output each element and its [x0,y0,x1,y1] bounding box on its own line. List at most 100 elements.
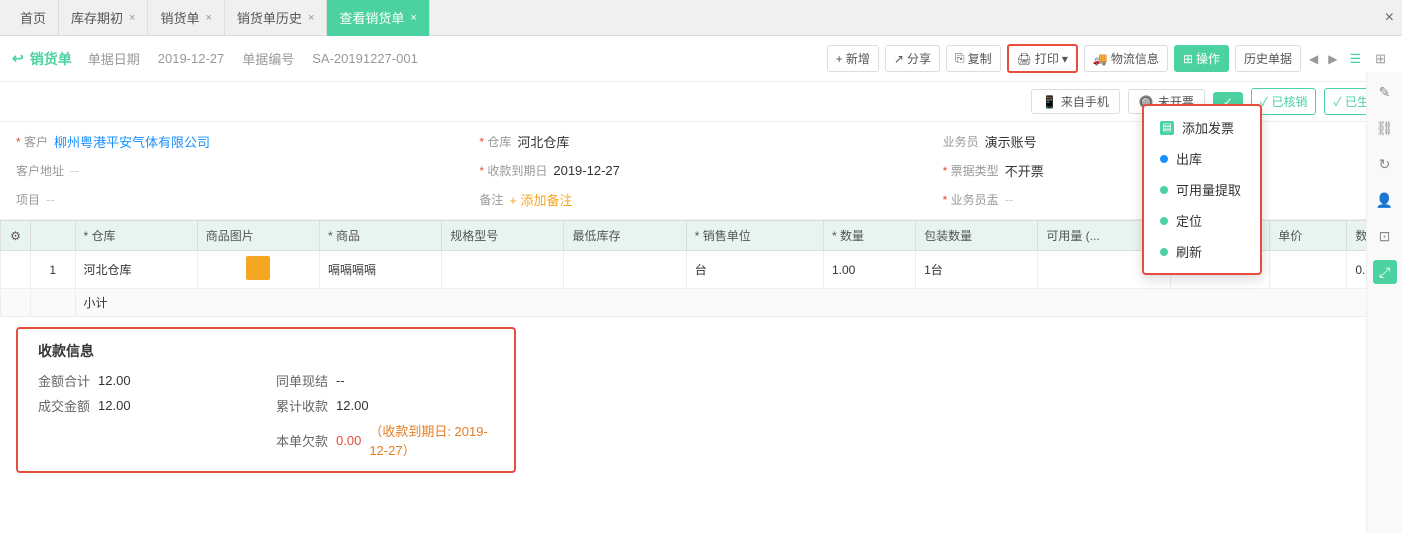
row-unit-price [1270,251,1347,289]
subtotal-gear [1,289,31,317]
sidebar-link-icon[interactable]: ⛓ [1373,116,1397,140]
print-dropdown-arrow: ▾ [1062,52,1068,66]
share-icon: ↗ [894,52,904,66]
close-tab-history[interactable]: × [308,12,314,24]
tab-home[interactable]: 首页 [8,0,59,36]
nav-prev[interactable]: ◀ [1307,52,1320,66]
gear-column-header[interactable]: ⚙ [1,221,31,251]
deal-amount-label: 成交金额 [38,396,90,415]
balance-suffix[interactable]: （收款到期日: 2019-12-27） [369,421,494,459]
new-button[interactable]: + 新增 [827,45,879,72]
row-warehouse: 河北仓库 [75,251,197,289]
tab-bar: 首页 库存期初 × 销货单 × 销货单历史 × 查看销货单 × × [0,0,1402,36]
right-sidebar: ✎ ⛓ ↻ 👤 ⊡ ⤢ [1366,72,1402,533]
spec-column-header: 规格型号 [442,221,564,251]
number-label: 单据编号 [242,49,294,68]
tab-sales-history[interactable]: 销货单历史 × [225,0,327,36]
pack-qty-column-header: 包装数量 [916,221,1038,251]
row-num: 1 [31,251,76,289]
close-tab-inventory[interactable]: × [129,12,135,24]
close-tab-sales[interactable]: × [205,12,211,24]
history-button[interactable]: 历史单据 [1235,45,1301,72]
tab-view-sales[interactable]: 查看销货单 × [327,0,429,36]
add-remark-button[interactable]: + 添加备注 [509,190,572,209]
warehouse-row: 仓库 河北仓库 [479,132,922,151]
total-receipt-row: 累计收款 12.00 [276,396,494,415]
same-order-value: -- [336,373,345,388]
print-button[interactable]: 🖨 打印 ▾ [1007,44,1078,73]
sidebar-user-icon[interactable]: 👤 [1373,188,1397,212]
from-phone-button[interactable]: 📱 来自手机 [1031,89,1120,114]
image-column-header: 商品图片 [197,221,319,251]
tab-inventory-init[interactable]: 库存期初 × [59,0,148,36]
min-stock-column-header: 最低库存 [564,221,686,251]
remark-label: 备注 [479,191,503,208]
operation-icon: ⊞ [1183,52,1193,66]
dropdown-add-invoice[interactable]: ▤ 添加发票 [1144,112,1260,143]
sidebar-star-icon[interactable]: ⊡ [1373,224,1397,248]
product-column-header: * 商品 [320,221,442,251]
unit-price-column-header: 单价 [1270,221,1347,251]
print-icon: 🖨 [1017,52,1032,66]
address-value: -- [70,163,79,178]
summary-right: 同单现结 -- 累计收款 12.00 本单欠款 0.00 （收款到期日: 201… [276,371,494,459]
dropdown-outbound[interactable]: 出库 [1144,143,1260,174]
share-button[interactable]: ↗ 分享 [885,45,940,72]
subtotal-label: 小计 [75,289,1401,317]
total-amount-row: 金额合计 12.00 [38,371,256,390]
summary-left: 金额合计 12.00 成交金额 12.00 [38,371,256,459]
total-receipt-label: 累计收款 [276,396,328,415]
subtotal-num [31,289,76,317]
nav-next[interactable]: ▶ [1326,52,1339,66]
total-receipt-value: 12.00 [336,398,369,413]
tab-sales-order[interactable]: 销货单 × [148,0,224,36]
payment-date-value: 2019-12-27 [553,163,620,178]
number-value: SA-20191227-001 [312,51,418,66]
date-label: 单据日期 [88,49,140,68]
doc-meta: 单据日期 2019-12-27 单据编号 SA-20191227-001 [88,49,420,68]
total-amount-label: 金额合计 [38,371,90,390]
staff-label: 业务员 [943,133,979,150]
salesperson-value: -- [1005,192,1014,207]
copy-icon: ⎘ [955,51,965,66]
copy-button[interactable]: ⎘ 复制 [946,45,1001,72]
staff-value: 演示账号 [985,132,1037,151]
quantity-column-header: * 数量 [823,221,915,251]
sidebar-expand-icon[interactable]: ⤢ [1373,260,1397,284]
sidebar-edit-icon[interactable]: ✎ [1373,80,1397,104]
warehouse-label: 仓库 [479,133,511,150]
num-column-header [31,221,76,251]
available-qty-dot-icon [1160,186,1168,194]
global-close-button[interactable]: × [1385,9,1394,27]
payment-date-label: 收款到期日 [479,162,547,179]
customer-value[interactable]: 柳州粤港平安气体有限公司 [54,132,210,151]
summary-box: 收款信息 金额合计 12.00 成交金额 12.00 同单现结 -- [16,327,516,473]
doc-type: ↩ 销货单 [12,49,72,69]
warehouse-column-header: * 仓库 [75,221,197,251]
operation-button[interactable]: ⊞ 操作 [1174,45,1229,72]
deal-amount-value: 12.00 [98,398,131,413]
logistics-button[interactable]: 🚚 物流信息 [1084,45,1168,72]
row-quantity: 1.00 [823,251,915,289]
address-label: 客户地址 [16,162,64,179]
dropdown-locate[interactable]: 定位 [1144,205,1260,236]
same-order-row: 同单现结 -- [276,371,494,390]
total-amount-value: 12.00 [98,373,131,388]
remark-row: 备注 + 添加备注 [479,190,922,209]
dropdown-available-qty[interactable]: 可用量提取 [1144,174,1260,205]
sales-unit-column-header: * 销售单位 [686,221,823,251]
payment-date-row: 收款到期日 2019-12-27 [479,161,922,180]
sidebar-rotate-icon[interactable]: ↻ [1373,152,1397,176]
dropdown-refresh[interactable]: 刷新 [1144,236,1260,267]
view-grid-icon[interactable]: ⊞ [1371,49,1390,69]
operation-dropdown: ▤ 添加发票 出库 可用量提取 定位 刷新 [1142,104,1262,275]
address-row: 客户地址 -- [16,161,459,180]
view-list-icon[interactable]: ☰ [1345,49,1365,69]
close-tab-view[interactable]: × [410,12,416,24]
project-value: -- [46,192,55,207]
row-gear[interactable] [1,251,31,289]
project-label: 项目 [16,191,40,208]
balance-row: 本单欠款 0.00 （收款到期日: 2019-12-27） [276,421,494,459]
row-spec [442,251,564,289]
row-sales-unit: 台 [686,251,823,289]
